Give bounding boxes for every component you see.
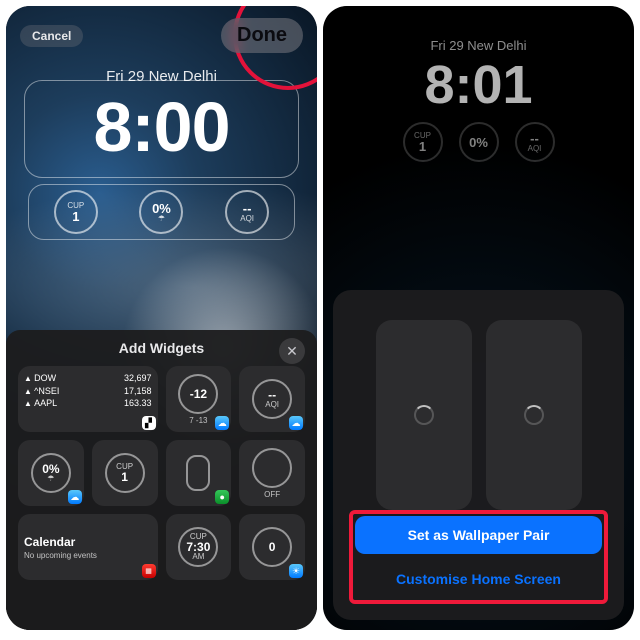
date-location: Fri 29 New Delhi <box>323 38 634 53</box>
done-button[interactable]: Done <box>221 18 303 53</box>
widget-clock-cup[interactable]: CUP 1 <box>54 190 98 234</box>
calendar-subtitle: No upcoming events <box>24 551 97 560</box>
tz-label: CUP <box>116 463 133 471</box>
customise-home-screen-button[interactable]: Customise Home Screen <box>355 560 602 598</box>
widget-value: -- <box>243 202 252 215</box>
off-label: OFF <box>264 490 280 499</box>
widget-tile-stocks[interactable]: DOW32,697 ^NSEI17,158 AAPL163.33 ▞ <box>18 366 158 432</box>
widget-tile-next-alarm[interactable]: CUP 7:30 AM <box>166 514 232 580</box>
clock-face-icon: CUP 1 <box>105 453 145 493</box>
gauge-icon: 0 <box>252 527 292 567</box>
widget-tile-alarm-toggle[interactable]: OFF <box>239 440 305 506</box>
loading-spinner-icon <box>524 405 544 425</box>
homescreen-preview[interactable] <box>486 320 582 510</box>
weather-app-icon: ☁ <box>289 416 303 430</box>
widget-value: 1 <box>419 140 426 153</box>
widget-value: 0% <box>469 136 488 149</box>
widget-tile-sun[interactable]: 0 ☀ <box>239 514 305 580</box>
widget-label: AQI <box>528 145 542 153</box>
aqi-label: AQI <box>265 401 279 409</box>
widget-rain: 0% <box>459 122 499 162</box>
widget-tile-rain[interactable]: 0% ☂ ☁ <box>18 440 84 506</box>
clock-face-icon <box>252 448 292 488</box>
widget-rain[interactable]: 0% ☂ <box>139 190 183 234</box>
temp-range: 7 -13 <box>189 416 207 425</box>
widget-label: CUP <box>414 132 431 140</box>
widget-tile-calendar[interactable]: Calendar No upcoming events ▦ <box>18 514 158 580</box>
confirm-sheet: Set as Wallpaper Pair Customise Home Scr… <box>333 290 624 620</box>
gauge-icon: 0% ☂ <box>31 453 71 493</box>
calendar-app-icon: ▦ <box>142 564 156 578</box>
cancel-button[interactable]: Cancel <box>20 25 83 47</box>
tz-value: 1 <box>121 471 128 483</box>
clock: 8:01 <box>323 54 634 116</box>
weather-app-icon: ☁ <box>68 490 82 504</box>
widget-row[interactable]: CUP 1 0% ☂ -- AQI <box>28 184 295 240</box>
preview-row <box>349 312 608 510</box>
highlight-box: Set as Wallpaper Pair Customise Home Scr… <box>349 510 608 604</box>
weather-app-icon: ☀ <box>289 564 303 578</box>
widget-row: CUP 1 0% -- AQI <box>323 122 634 162</box>
widget-tile-aqi[interactable]: -- AQI ☁ <box>239 366 305 432</box>
lockscreen-confirm: Fri 29 New Delhi 8:01 CUP 1 0% -- AQI Se… <box>323 6 634 630</box>
zero-value: 0 <box>269 541 276 553</box>
widget-value: 1 <box>72 210 79 223</box>
alarm-ampm: AM <box>192 553 204 561</box>
alarm-icon: CUP 7:30 AM <box>178 527 218 567</box>
gauge-icon: -12 <box>178 374 218 414</box>
widget-clock-cup: CUP 1 <box>403 122 443 162</box>
widget-tile-worldclock[interactable]: CUP 1 <box>92 440 158 506</box>
umbrella-icon: ☂ <box>47 475 54 483</box>
findmy-app-icon: ● <box>215 490 229 504</box>
close-icon[interactable]: ✕ <box>279 338 305 364</box>
widget-label: CUP <box>67 202 84 210</box>
widget-value: 0% <box>152 202 171 215</box>
loading-spinner-icon <box>414 405 434 425</box>
umbrella-icon: ☂ <box>158 215 165 223</box>
sheet-header: Add Widgets ✕ <box>18 340 305 356</box>
widget-aqi[interactable]: -- AQI <box>225 190 269 234</box>
widget-aqi: -- AQI <box>515 122 555 162</box>
sheet-title: Add Widgets <box>119 340 204 356</box>
tz-label: CUP <box>190 533 207 541</box>
clock-widget[interactable]: 8:00 <box>24 80 299 178</box>
stock-row: AAPL163.33 <box>24 397 152 410</box>
calendar-title: Calendar <box>24 535 75 549</box>
widget-value: -- <box>530 132 539 145</box>
stock-row: DOW32,697 <box>24 372 152 385</box>
widget-tile-temperature[interactable]: -12 7 -13 ☁ <box>166 366 232 432</box>
widget-grid: DOW32,697 ^NSEI17,158 AAPL163.33 ▞ -12 7… <box>18 366 305 580</box>
lockscreen-editor: Cancel Done Fri 29 New Delhi 8:00 CUP 1 … <box>6 6 317 630</box>
set-wallpaper-pair-button[interactable]: Set as Wallpaper Pair <box>355 516 602 554</box>
weather-app-icon: ☁ <box>215 416 229 430</box>
phone-outline-icon <box>186 455 210 491</box>
temp-value: -12 <box>190 388 207 400</box>
stocks-app-icon: ▞ <box>142 416 156 430</box>
editor-topbar: Cancel Done <box>6 18 317 53</box>
add-widgets-sheet: Add Widgets ✕ DOW32,697 ^NSEI17,158 AAPL… <box>6 330 317 630</box>
widget-tile-findmy[interactable]: ● <box>166 440 232 506</box>
stock-row: ^NSEI17,158 <box>24 385 152 398</box>
lockscreen-preview[interactable] <box>376 320 472 510</box>
widget-label: AQI <box>240 215 254 223</box>
gauge-icon: -- AQI <box>252 379 292 419</box>
